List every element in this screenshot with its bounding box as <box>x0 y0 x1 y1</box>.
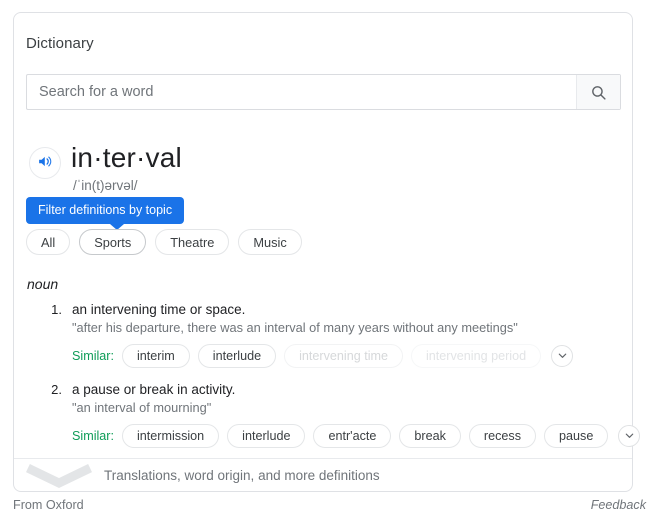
definition-example: "an interval of mourning" <box>72 400 212 415</box>
pronounce-button[interactable] <box>29 147 61 179</box>
part-of-speech: noun <box>27 276 59 292</box>
synonym-chip-entracte[interactable]: entr'acte <box>313 424 392 448</box>
topic-chip-music[interactable]: Music <box>238 229 302 255</box>
feedback-link[interactable]: Feedback <box>591 498 646 512</box>
synonym-chip-interlude[interactable]: interlude <box>197 344 277 368</box>
dictionary-card: Dictionary Search for a word in·ter·val … <box>13 12 641 492</box>
definition-number: 1. <box>51 302 62 317</box>
definition-item: 1. an intervening time or space. "after … <box>44 301 620 368</box>
definition-text: an intervening time or space. <box>72 302 246 317</box>
synonym-chip-intermission[interactable]: intermission <box>121 424 220 448</box>
expand-synonyms-button[interactable] <box>551 345 574 367</box>
search-icon <box>590 84 607 101</box>
phonetic-transcription: /ˈin(t)ərvəl/ <box>73 178 138 193</box>
synonym-row: Similar: interim interlude intervening t… <box>72 344 620 368</box>
topic-chip-sports[interactable]: Sports <box>79 229 147 255</box>
chevron-down-icon <box>624 429 635 444</box>
page-title: Dictionary <box>26 35 94 52</box>
expand-synonyms-button[interactable] <box>618 425 641 447</box>
source-label: From Oxford <box>13 498 84 512</box>
topic-filter-group: All Sports Theatre Music <box>26 229 302 255</box>
filter-tooltip: Filter definitions by topic <box>26 197 185 230</box>
similar-label: Similar: <box>72 349 114 363</box>
topic-chip-theatre[interactable]: Theatre <box>155 229 230 255</box>
dictionary-panel: Dictionary Search for a word in·ter·val … <box>0 0 659 522</box>
similar-label: Similar: <box>72 429 114 443</box>
expand-more-row[interactable]: Translations, word origin, and more defi… <box>14 459 632 492</box>
definition-example: "after his departure, there was an inter… <box>72 320 518 335</box>
expand-more-label: Translations, word origin, and more defi… <box>104 468 380 483</box>
search-box <box>26 74 621 110</box>
chevron-down-icon <box>557 349 568 364</box>
synonym-chip-interim[interactable]: interim <box>121 344 190 368</box>
search-input[interactable] <box>27 75 576 109</box>
definition-text: a pause or break in activity. <box>72 382 236 397</box>
synonym-chip-break[interactable]: break <box>399 424 461 448</box>
synonym-chip-pause[interactable]: pause <box>544 424 609 448</box>
definition-number: 2. <box>51 382 62 397</box>
synonym-chip-recess[interactable]: recess <box>468 424 537 448</box>
synonym-chip-intervening-period[interactable]: intervening period <box>411 344 542 368</box>
definition-list: 1. an intervening time or space. "after … <box>44 301 641 461</box>
topic-chip-all[interactable]: All <box>26 229 71 255</box>
search-button[interactable] <box>576 75 620 109</box>
headword: in·ter·val <box>71 142 182 173</box>
page-footer: From Oxford Feedback <box>13 498 646 512</box>
chevron-down-icon <box>14 463 104 488</box>
definition-item: 2. a pause or break in activity. "an int… <box>44 381 641 448</box>
synonym-chip-interlude[interactable]: interlude <box>227 424 306 448</box>
synonym-row: Similar: intermission interlude entr'act… <box>72 424 641 448</box>
speaker-icon <box>37 153 54 173</box>
synonym-chip-intervening-time[interactable]: intervening time <box>284 344 403 368</box>
